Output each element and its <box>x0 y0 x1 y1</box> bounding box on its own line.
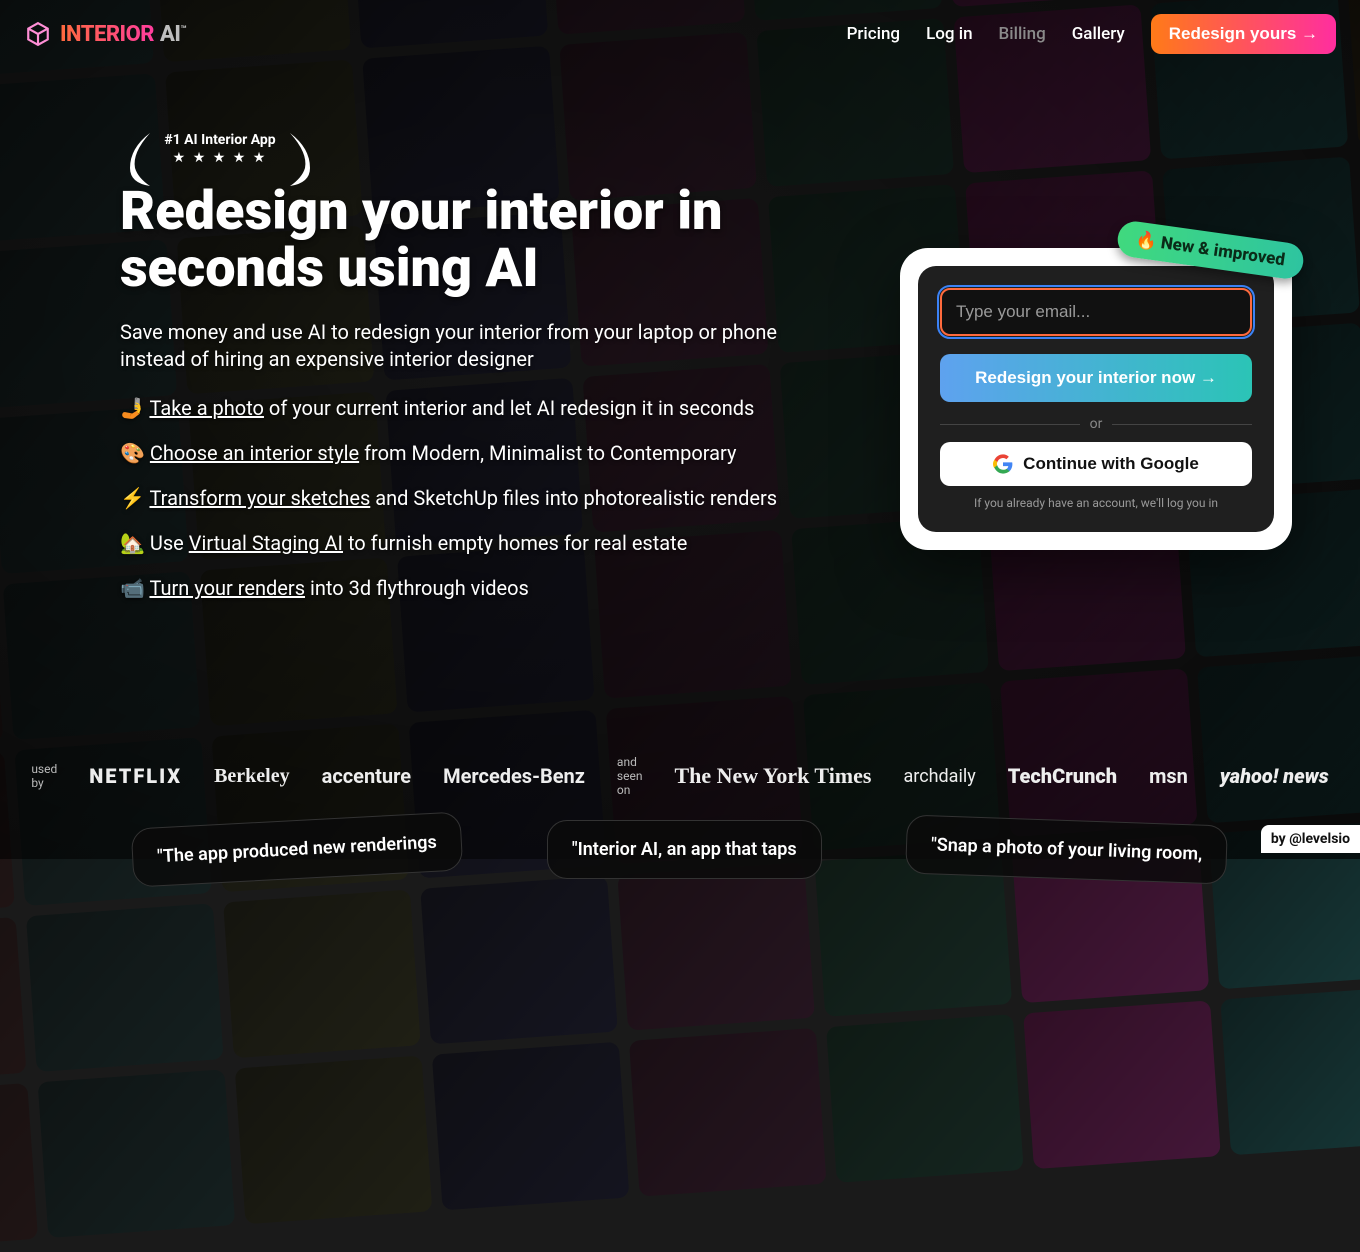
hero-left: #1 AI Interior App ★ ★ ★ ★ ★ Redesign yo… <box>120 128 860 620</box>
link-virtual-staging[interactable]: Virtual Staging AI <box>189 531 343 555</box>
nav-login[interactable]: Log in <box>926 24 972 44</box>
brand-accenture: accenture <box>322 764 411 788</box>
brand-yahoo: yahoo! news <box>1220 764 1329 788</box>
brand-msn: msn <box>1149 764 1188 788</box>
page-title: Redesign your interior in seconds using … <box>120 184 860 297</box>
quote-card: "Interior AI, an app that taps <box>547 820 822 879</box>
signup-card: 🔥 New & improved Redesign your interior … <box>900 248 1292 620</box>
bullet-style: 🎨 Choose an interior style from Modern, … <box>120 440 820 467</box>
link-transform-sketches[interactable]: Transform your sketches <box>149 486 370 510</box>
link-turn-renders[interactable]: Turn your renders <box>149 576 305 600</box>
bullet-staging: 🏡 Use Virtual Staging AI to furnish empt… <box>120 530 820 557</box>
site-header: INTERIORAI™ Pricing Log in Billing Galle… <box>0 0 1360 68</box>
badge-text: #1 AI Interior App <box>164 132 275 148</box>
top-nav: Pricing Log in Billing Gallery Redesign … <box>847 14 1336 54</box>
link-choose-style[interactable]: Choose an interior style <box>150 441 359 465</box>
bullet-sketches: ⚡ Transform your sketches and SketchUp f… <box>120 485 820 512</box>
brand-archdaily: archdaily <box>903 766 975 787</box>
feature-bullets: 🤳 Take a photo of your current interior … <box>120 395 860 602</box>
brand-berkeley: Berkeley <box>214 765 290 788</box>
laurel-left-icon <box>120 128 160 188</box>
bullet-photo: 🤳 Take a photo of your current interior … <box>120 395 820 422</box>
subheading: Save money and use AI to redesign your i… <box>120 319 820 373</box>
link-take-photo[interactable]: Take a photo <box>149 396 263 420</box>
used-by-label: used by <box>31 762 57 790</box>
hero-section: #1 AI Interior App ★ ★ ★ ★ ★ Redesign yo… <box>0 68 1360 620</box>
seen-on-label: and seen on <box>617 755 643 797</box>
logo[interactable]: INTERIORAI™ <box>24 20 186 48</box>
cube-icon <box>24 20 52 48</box>
or-divider: or <box>940 416 1252 432</box>
quote-card: "The app produced new renderings <box>131 811 464 887</box>
award-badge: #1 AI Interior App ★ ★ ★ ★ ★ <box>120 128 320 166</box>
continue-google-button[interactable]: Continue with Google <box>940 442 1252 486</box>
badge-stars: ★ ★ ★ ★ ★ <box>173 150 268 166</box>
signup-note: If you already have an account, we'll lo… <box>940 496 1252 510</box>
email-input[interactable] <box>940 288 1252 336</box>
press-strip: used by NETFLIX Berkeley accenture Merce… <box>0 755 1360 797</box>
google-icon <box>993 454 1013 474</box>
brand-mercedes: Mercedes-Benz <box>443 764 585 788</box>
nav-billing[interactable]: Billing <box>999 24 1046 44</box>
quote-card: "Snap a photo of your living room, <box>905 814 1228 884</box>
redesign-now-button[interactable]: Redesign your interior now → <box>940 354 1252 402</box>
logo-text: INTERIORAI™ <box>60 22 186 47</box>
laurel-right-icon <box>280 128 320 188</box>
redesign-yours-button[interactable]: Redesign yours → <box>1151 14 1336 54</box>
brand-techcrunch: TechCrunch <box>1008 764 1117 788</box>
quote-cards: "The app produced new renderings "Interi… <box>0 820 1360 879</box>
brand-netflix: NETFLIX <box>89 764 182 788</box>
bullet-renders: 📹 Turn your renders into 3d flythrough v… <box>120 575 820 602</box>
brand-nyt: The New York Times <box>674 763 871 789</box>
nav-pricing[interactable]: Pricing <box>847 24 901 44</box>
nav-gallery[interactable]: Gallery <box>1072 24 1125 44</box>
byline-link[interactable]: by @levelsio <box>1261 825 1360 853</box>
